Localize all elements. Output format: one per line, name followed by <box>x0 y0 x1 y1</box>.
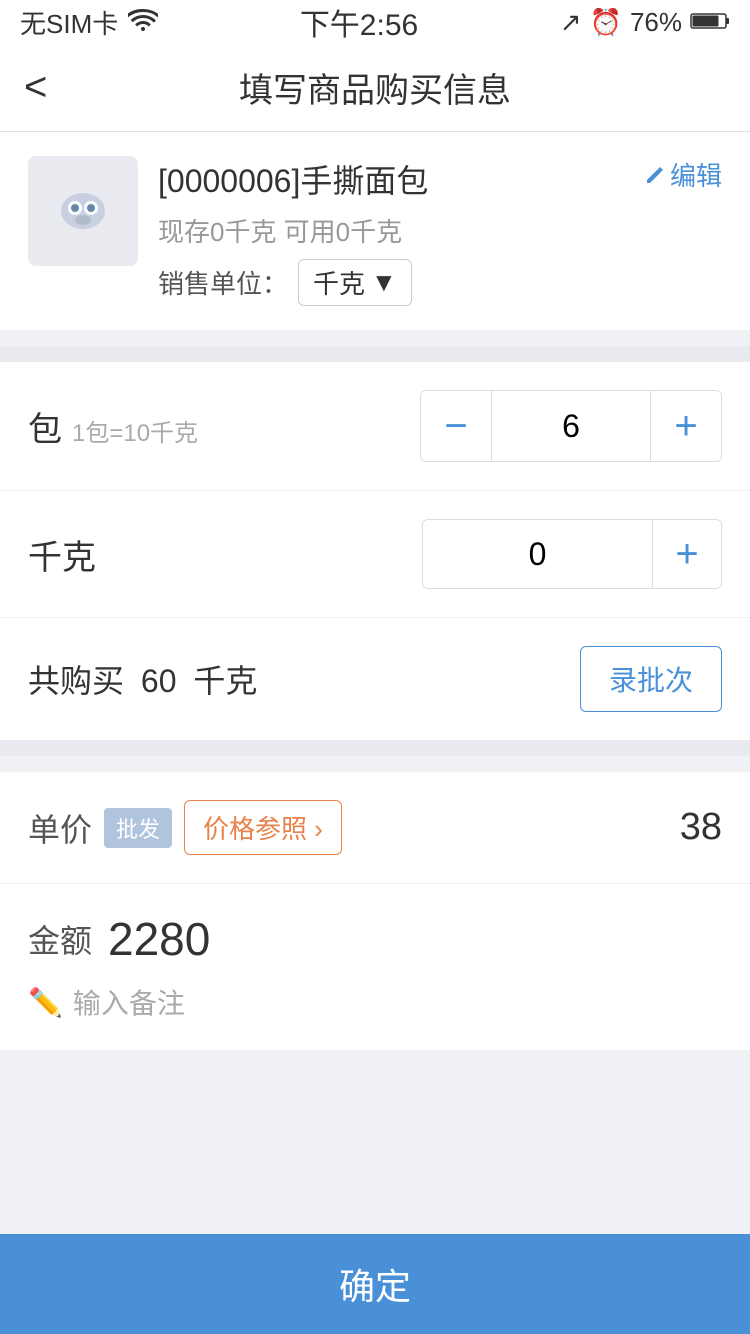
amount-label: 金额 <box>28 916 92 962</box>
bottom-spacer <box>0 1050 750 1150</box>
edit-button[interactable]: 编辑 <box>644 156 722 193</box>
divider-2 <box>0 740 750 756</box>
battery-text: 76% <box>630 7 682 38</box>
product-unit: 销售单位： 千克 ▼ <box>158 259 722 306</box>
bag-label: 包1包=10千克 <box>28 402 420 451</box>
summary-row: 共购买 60 千克 录批次 <box>0 618 750 740</box>
carrier-text: 无SIM卡 <box>20 4 118 41</box>
amount-value: 2280 <box>108 912 210 966</box>
location-icon: ↗ <box>560 7 582 38</box>
kg-label: 千克 <box>28 530 422 579</box>
bag-stepper: − + <box>420 390 722 462</box>
nav-bar: < 填写商品购买信息 <box>0 44 750 132</box>
status-bar: 无SIM卡 下午2:56 ↗ ⏰ 76% <box>0 0 750 44</box>
kg-input[interactable] <box>422 519 652 589</box>
price-label: 单价 <box>28 805 92 851</box>
status-left: 无SIM卡 <box>20 4 158 41</box>
bag-input[interactable] <box>491 391 651 461</box>
unit-select[interactable]: 千克 ▼ <box>298 259 412 306</box>
confirm-button[interactable]: 确定 <box>0 1234 750 1334</box>
divider-1 <box>0 346 750 362</box>
note-text: 输入备注 <box>73 982 185 1022</box>
price-tag: 批发 <box>104 808 172 848</box>
status-right: ↗ ⏰ 76% <box>560 7 730 38</box>
status-time: 下午2:56 <box>300 0 418 44</box>
product-stock: 现存0千克 可用0千克 <box>158 212 722 249</box>
input-section: 包1包=10千克 − + 千克 + <box>0 362 750 618</box>
price-section: 单价 批发 价格参照 › 38 金额 2280 ✏️ 输入备注 <box>0 772 750 1050</box>
summary-text: 共购买 60 千克 <box>28 656 257 702</box>
note-icon: ✏️ <box>28 986 63 1019</box>
batch-button[interactable]: 录批次 <box>580 646 722 712</box>
bag-plus-button[interactable]: + <box>651 391 721 461</box>
battery-icon <box>690 7 730 38</box>
product-thumbnail <box>28 156 138 266</box>
back-button[interactable]: < <box>24 65 47 110</box>
amount-section: 金额 2280 ✏️ 输入备注 <box>0 884 750 1050</box>
price-row: 单价 批发 价格参照 › 38 <box>0 772 750 884</box>
product-info: [0000006]手撕面包 编辑 现存0千克 可用0千克 销售单位： 千克 ▼ <box>158 156 722 306</box>
bag-input-row: 包1包=10千克 − + <box>0 362 750 491</box>
kg-input-row: 千克 + <box>0 491 750 618</box>
note-row[interactable]: ✏️ 输入备注 <box>28 982 722 1022</box>
wifi-icon <box>128 7 158 38</box>
product-name: [0000006]手撕面包 <box>158 156 428 202</box>
bag-minus-button[interactable]: − <box>421 391 491 461</box>
amount-row: 金额 2280 <box>28 912 722 966</box>
product-card: [0000006]手撕面包 编辑 现存0千克 可用0千克 销售单位： 千克 ▼ <box>0 132 750 330</box>
price-value: 38 <box>680 806 722 849</box>
alarm-icon: ⏰ <box>590 7 622 38</box>
price-ref-button[interactable]: 价格参照 › <box>184 800 342 855</box>
kg-plus-button[interactable]: + <box>652 519 722 589</box>
kg-input-group: + <box>422 519 722 589</box>
page-title: 填写商品购买信息 <box>239 63 511 112</box>
